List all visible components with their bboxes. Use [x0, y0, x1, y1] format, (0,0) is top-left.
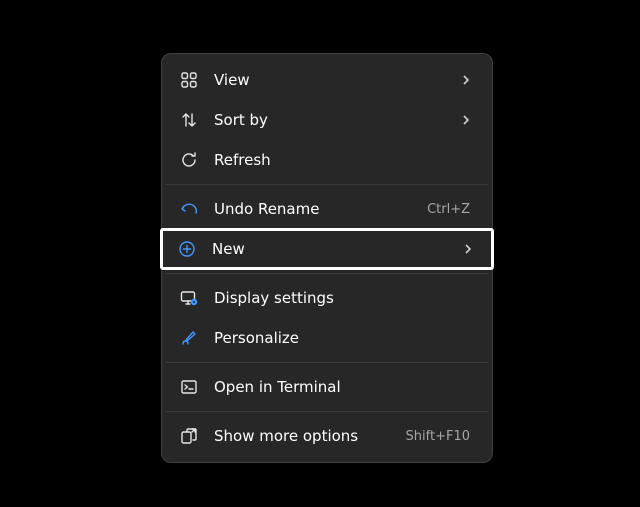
separator: [166, 362, 488, 363]
separator: [166, 273, 488, 274]
menu-item-sort-by[interactable]: Sort by: [164, 100, 490, 140]
menu-item-personalize[interactable]: Personalize: [164, 318, 490, 358]
menu-item-hint: Shift+F10: [406, 429, 474, 444]
display-settings-icon: [180, 289, 198, 307]
chevron-right-icon: [462, 243, 474, 255]
menu-item-new[interactable]: New: [161, 229, 493, 269]
personalize-icon: [180, 329, 198, 347]
menu-item-label: Open in Terminal: [214, 378, 474, 396]
chevron-right-icon: [460, 114, 472, 126]
menu-item-label: New: [212, 240, 462, 258]
separator: [166, 411, 488, 412]
separator: [166, 184, 488, 185]
plus-circle-icon: [178, 240, 196, 258]
menu-item-display-settings[interactable]: Display settings: [164, 278, 490, 318]
menu-item-show-more-options[interactable]: Show more options Shift+F10: [164, 416, 490, 456]
terminal-icon: [180, 378, 198, 396]
menu-item-label: Personalize: [214, 329, 474, 347]
chevron-right-icon: [460, 74, 472, 86]
menu-item-refresh[interactable]: Refresh: [164, 140, 490, 180]
menu-item-label: View: [214, 71, 460, 89]
menu-item-view[interactable]: View: [164, 60, 490, 100]
menu-item-label: Show more options: [214, 427, 406, 445]
menu-item-undo-rename[interactable]: Undo Rename Ctrl+Z: [164, 189, 490, 229]
menu-item-label: Undo Rename: [214, 200, 427, 218]
view-icon: [180, 71, 198, 89]
refresh-icon: [180, 151, 198, 169]
more-options-icon: [180, 427, 198, 445]
desktop-context-menu: View Sort by Refresh Undo Rename Ctrl+Z …: [161, 53, 493, 463]
sort-icon: [180, 111, 198, 129]
menu-item-label: Sort by: [214, 111, 460, 129]
undo-icon: [180, 200, 198, 218]
menu-item-hint: Ctrl+Z: [427, 202, 474, 217]
menu-item-open-terminal[interactable]: Open in Terminal: [164, 367, 490, 407]
menu-item-label: Display settings: [214, 289, 474, 307]
menu-item-label: Refresh: [214, 151, 474, 169]
